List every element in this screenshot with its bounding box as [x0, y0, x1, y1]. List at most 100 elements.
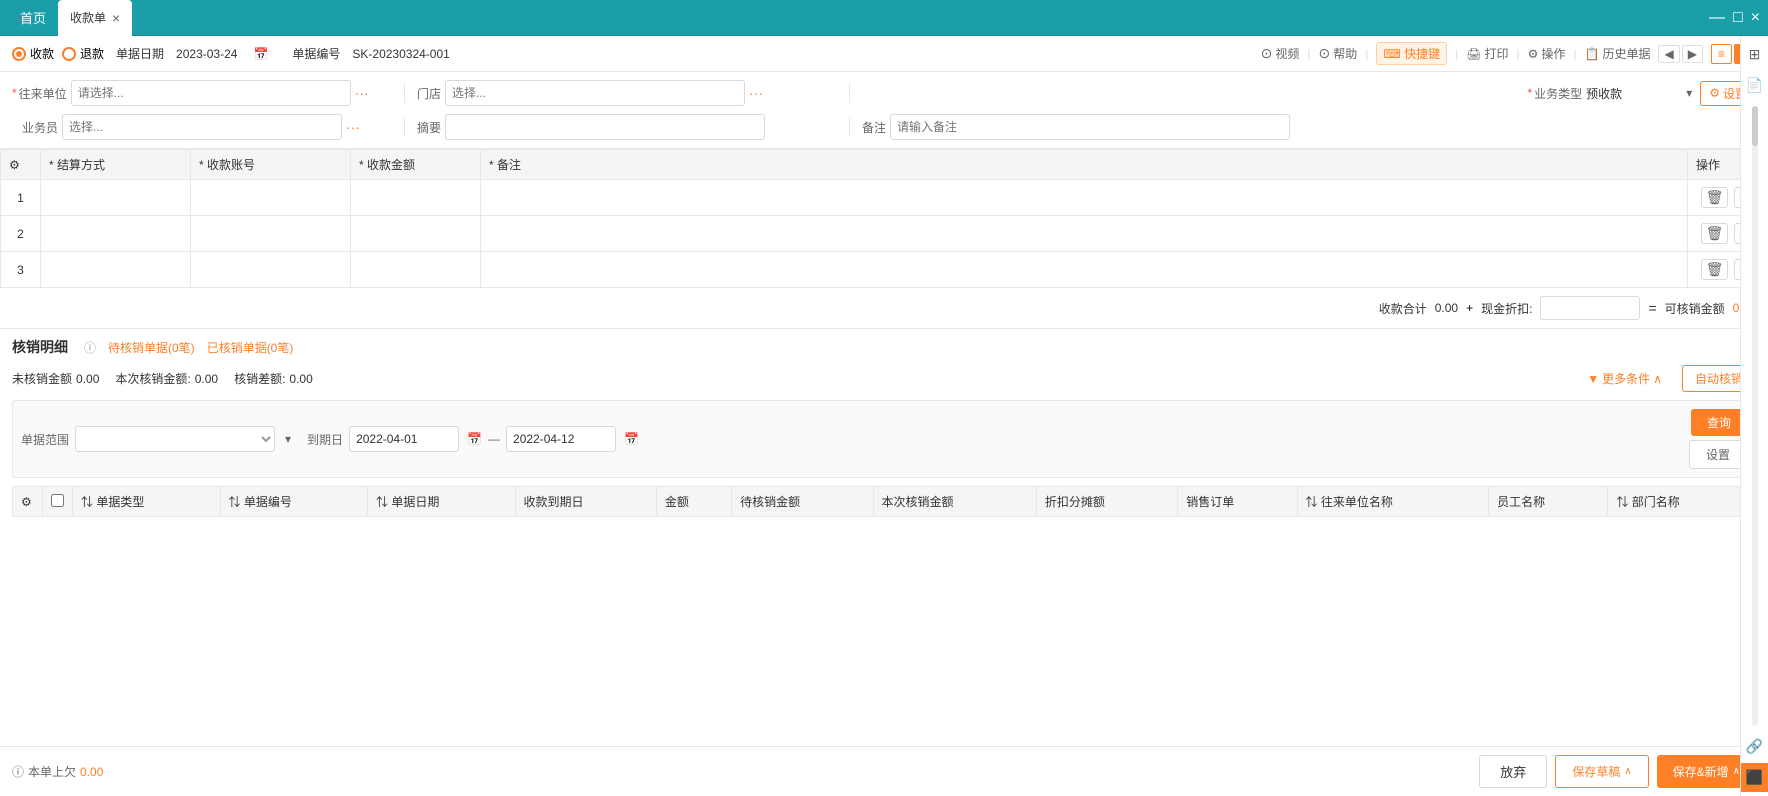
th-amount: 金额	[656, 487, 731, 517]
table-gear-icon[interactable]: ⚙	[9, 158, 20, 172]
pending-tab-link[interactable]: 待核销单据(0笔)	[108, 339, 195, 356]
row-settle-1[interactable]	[41, 180, 191, 216]
list-view-btn[interactable]: ≡	[1711, 44, 1732, 64]
receipt-radio[interactable]: 收款	[12, 45, 54, 62]
row-account-2[interactable]	[191, 216, 351, 252]
discount-label: 现金折扣:	[1481, 300, 1532, 317]
tab-home[interactable]: 首页	[8, 0, 58, 36]
store-field: 门店 ···	[417, 80, 837, 106]
row-delete-icon-2[interactable]: 🗑	[1701, 223, 1729, 244]
print-btn[interactable]: 🖨 打印	[1466, 45, 1508, 62]
video-btn[interactable]: ⊙ 视频	[1261, 45, 1300, 62]
refund-radio[interactable]: 退款	[62, 45, 104, 62]
staff-field: 业务员 ···	[12, 114, 392, 140]
row-amount-1[interactable]	[351, 180, 481, 216]
right-sidebar: ⊞ 📄 🔗 ⬛	[1740, 36, 1768, 796]
row-remark-3[interactable]	[481, 252, 1688, 288]
nav-prev-btn[interactable]: ◀	[1658, 45, 1679, 63]
staff-input[interactable]	[62, 114, 342, 140]
window-controls: — □ ×	[1709, 9, 1760, 27]
calendar-icon[interactable]: 📅	[253, 47, 268, 61]
info-icon[interactable]: ⓘ	[84, 339, 96, 356]
date-dash: —	[488, 432, 500, 446]
range-label: 单据范围	[21, 431, 69, 448]
store-more-icon[interactable]: ···	[749, 85, 763, 101]
toolbar-right: ⊙ 视频 | ⊙ 帮助 | ⌨ 快捷键 | 🖨 打印 | ⚙ 操作	[1261, 42, 1756, 65]
available-label: 可核销金额	[1665, 300, 1725, 317]
row-remark-1[interactable]	[481, 180, 1688, 216]
row-amount-3[interactable]	[351, 252, 481, 288]
scrollbar-thumb	[1752, 106, 1758, 146]
reconcile-settings-btn[interactable]: 设置	[1689, 440, 1747, 469]
save-label: 保存&新增	[1673, 763, 1729, 780]
current-stat: 本次核销金额: 0.00	[115, 370, 218, 387]
close-icon[interactable]: ×	[1751, 9, 1760, 27]
summary-label: 摘要	[417, 119, 441, 136]
gear-icon: ⚙	[1709, 86, 1720, 100]
summary-input[interactable]	[445, 114, 765, 140]
business-type-select[interactable]: 预收款 ▾	[1586, 85, 1692, 102]
discard-button[interactable]: 放弃	[1479, 755, 1547, 788]
sidebar-table-icon[interactable]: ⊞	[1741, 40, 1768, 69]
table-row: 1 🗑 ⧉	[1, 180, 1768, 216]
operation-btn[interactable]: ⚙ 操作	[1528, 45, 1566, 62]
help-icon: ⊙	[1319, 45, 1331, 62]
diff-value: 0.00	[289, 372, 312, 386]
th-staff: 员工名称	[1489, 487, 1608, 517]
scrollbar-track[interactable]	[1752, 106, 1758, 726]
counterparty-input[interactable]	[71, 80, 351, 106]
shortcut-btn[interactable]: ⌨ 快捷键	[1376, 42, 1447, 65]
tab-current[interactable]: 收款单 ×	[58, 0, 132, 36]
th-sales-order: 销售订单	[1178, 487, 1297, 517]
row-remark-2[interactable]	[481, 216, 1688, 252]
th-remark: * 备注	[481, 150, 1688, 180]
row-num-3: 3	[1, 252, 41, 288]
row-settle-2[interactable]	[41, 216, 191, 252]
discount-input[interactable]	[1540, 296, 1640, 320]
row-settle-3[interactable]	[41, 252, 191, 288]
range-field: 单据范围 ▾	[21, 426, 291, 452]
counterparty-label: 往来单位	[19, 85, 67, 102]
select-all-checkbox[interactable]	[51, 494, 64, 507]
row-amount-2[interactable]	[351, 216, 481, 252]
date-to-cal-icon[interactable]: 📅	[624, 432, 639, 446]
sidebar-link-icon[interactable]: 🔗	[1741, 732, 1768, 761]
query-btn[interactable]: 查询	[1691, 409, 1747, 436]
save-arrow-icon: ∧	[1733, 766, 1740, 777]
sidebar-active-icon[interactable]: ⬛	[1741, 763, 1768, 792]
footer-stat-value: 0.00	[80, 765, 103, 779]
row-num-2: 2	[1, 216, 41, 252]
row-delete-icon-3[interactable]: 🗑	[1701, 259, 1729, 280]
counterparty-more-icon[interactable]: ···	[355, 85, 369, 101]
receipt-radio-dot	[12, 47, 26, 61]
date-from-cal-icon[interactable]: 📅	[467, 432, 482, 446]
restore-icon[interactable]: □	[1733, 9, 1743, 27]
help-btn[interactable]: ⊙ 帮助	[1319, 45, 1358, 62]
more-conditions-btn[interactable]: ▼ 更多条件 ∧	[1587, 370, 1662, 387]
sidebar-doc-icon[interactable]: 📄	[1741, 71, 1768, 100]
row-delete-icon-1[interactable]: 🗑	[1701, 187, 1729, 208]
date-from-input[interactable]	[349, 426, 459, 452]
tab-close-icon[interactable]: ×	[112, 10, 120, 26]
date-to-input[interactable]	[506, 426, 616, 452]
history-btn[interactable]: 📋 历史单据	[1584, 45, 1650, 62]
footer: ⓘ 本单上欠 0.00 放弃 保存草稿 ∧ 保存&新增 ∧	[0, 746, 1768, 796]
range-select[interactable]	[75, 426, 275, 452]
done-tab-link[interactable]: 已核销单据(0笔)	[207, 339, 294, 356]
row-account-3[interactable]	[191, 252, 351, 288]
row-account-1[interactable]	[191, 180, 351, 216]
business-type-label: 业务类型	[1534, 85, 1582, 102]
minimize-icon[interactable]: —	[1709, 9, 1725, 27]
history-icon: 📋	[1584, 47, 1599, 61]
bottom-table-wrap[interactable]: ⚙ ⇅ 单据类型 ⇅ 单据编号	[12, 486, 1756, 738]
shortcut-icon: ⌨	[1383, 47, 1400, 61]
remark-input[interactable]	[890, 114, 1290, 140]
nav-next-btn[interactable]: ▶	[1682, 45, 1703, 63]
business-type-value: 预收款	[1586, 85, 1622, 102]
table-gear-icon-2[interactable]: ⚙	[21, 495, 32, 509]
draft-button[interactable]: 保存草稿 ∧	[1555, 755, 1648, 788]
staff-more-icon[interactable]: ···	[346, 119, 360, 135]
footer-info-icon[interactable]: ⓘ	[12, 763, 24, 780]
store-input[interactable]	[445, 80, 745, 106]
number-value: SK-20230324-001	[352, 47, 449, 61]
